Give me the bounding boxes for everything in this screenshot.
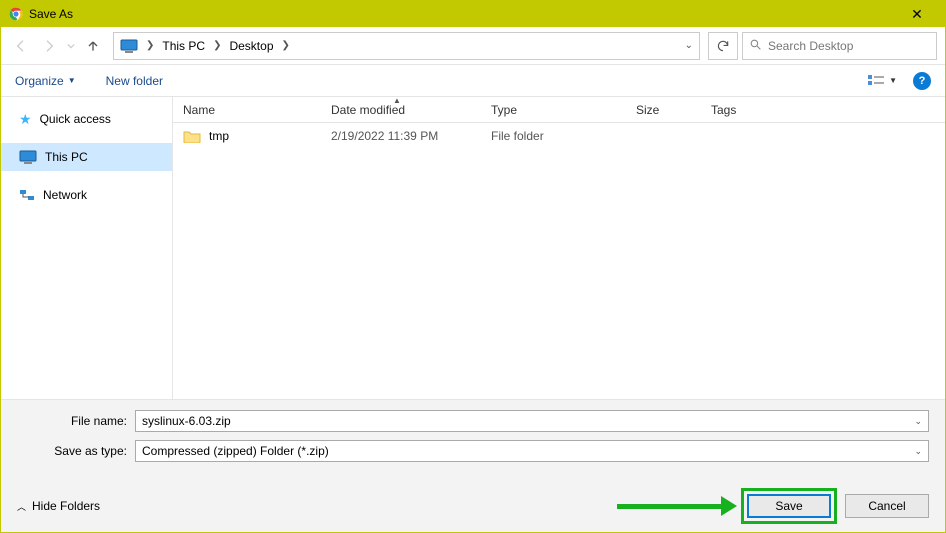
view-options-button[interactable]: ▼ [867, 74, 897, 88]
chevron-up-icon: ︿ [17, 500, 26, 513]
recent-dropdown[interactable] [65, 34, 77, 58]
column-header-size[interactable]: Size [626, 103, 701, 117]
save-label: Save [775, 499, 802, 513]
sidebar-item-network[interactable]: Network [1, 181, 172, 209]
forward-button[interactable] [37, 34, 61, 58]
file-name-label: File name: [17, 414, 127, 428]
up-button[interactable] [81, 34, 105, 58]
chevron-right-icon: ❯ [213, 40, 221, 51]
chevron-down-icon: ⌄ [914, 446, 922, 457]
this-pc-icon [120, 39, 138, 53]
hide-folders-label: Hide Folders [32, 499, 100, 513]
file-type: File folder [481, 129, 626, 143]
address-dropdown-icon[interactable]: ⌄ [685, 40, 693, 51]
chevron-down-icon[interactable]: ⌄ [914, 416, 922, 427]
window-title: Save As [29, 7, 73, 21]
file-name-value: syslinux-6.03.zip [142, 414, 231, 428]
new-folder-label: New folder [106, 74, 163, 88]
action-row: ︿ Hide Folders Save Cancel [17, 488, 929, 524]
column-header-date[interactable]: Date modified [321, 103, 481, 117]
cancel-label: Cancel [868, 499, 905, 513]
breadcrumb-root[interactable]: This PC [162, 39, 205, 53]
annotation-arrow [617, 501, 737, 511]
navigation-sidebar: ★ Quick access This PC Network [1, 97, 173, 399]
save-type-value: Compressed (zipped) Folder (*.zip) [142, 444, 329, 458]
dialog-body: ★ Quick access This PC Network ▲ Na [1, 97, 945, 399]
refresh-button[interactable] [708, 32, 738, 60]
back-button[interactable] [9, 34, 33, 58]
star-icon: ★ [19, 111, 32, 128]
new-folder-button[interactable]: New folder [106, 74, 163, 88]
search-input[interactable]: Search Desktop [742, 32, 937, 60]
column-headers: ▲ Name Date modified Type Size Tags [173, 97, 945, 123]
chrome-icon [9, 7, 23, 21]
cancel-button[interactable]: Cancel [845, 494, 929, 518]
file-row[interactable]: tmp 2/19/2022 11:39 PM File folder [173, 123, 945, 149]
file-date: 2/19/2022 11:39 PM [321, 129, 481, 143]
sidebar-item-label: Network [43, 188, 87, 202]
sort-indicator-icon: ▲ [393, 97, 401, 105]
nav-row: ❯ This PC ❯ Desktop ❯ ⌄ Search Desktop [1, 27, 945, 65]
titlebar: Save As ✕ [1, 1, 945, 27]
chevron-right-icon: ❯ [282, 40, 290, 51]
breadcrumb-location[interactable]: Desktop [229, 39, 273, 53]
help-button[interactable]: ? [913, 72, 931, 90]
organize-menu[interactable]: Organize ▼ [15, 74, 76, 88]
chevron-right-icon: ❯ [146, 40, 154, 51]
save-as-dialog: Save As ✕ ❯ This PC ❯ Desktop ❯ ⌄ [0, 0, 946, 533]
file-rows: tmp 2/19/2022 11:39 PM File folder [173, 123, 945, 399]
bottom-pane: File name: syslinux-6.03.zip ⌄ Save as t… [1, 399, 945, 532]
file-name: tmp [209, 129, 229, 143]
chevron-down-icon: ▼ [68, 76, 76, 85]
column-header-tags[interactable]: Tags [701, 103, 801, 117]
save-button[interactable]: Save [747, 494, 831, 518]
sidebar-item-label: This PC [45, 150, 88, 164]
sidebar-item-this-pc[interactable]: This PC [1, 143, 172, 171]
toolbar: Organize ▼ New folder ▼ ? [1, 65, 945, 97]
view-icon [867, 74, 885, 88]
network-icon [19, 189, 35, 201]
chevron-down-icon: ▼ [889, 76, 897, 85]
file-name-input[interactable]: syslinux-6.03.zip ⌄ [135, 410, 929, 432]
this-pc-icon [19, 150, 37, 164]
save-type-combo[interactable]: Compressed (zipped) Folder (*.zip) ⌄ [135, 440, 929, 462]
file-list-area: ▲ Name Date modified Type Size Tags tmp … [173, 97, 945, 399]
search-placeholder: Search Desktop [768, 39, 853, 53]
column-header-type[interactable]: Type [481, 103, 626, 117]
search-icon [749, 38, 762, 54]
save-type-label: Save as type: [17, 444, 127, 458]
hide-folders-button[interactable]: ︿ Hide Folders [17, 499, 100, 513]
address-bar[interactable]: ❯ This PC ❯ Desktop ❯ ⌄ [113, 32, 700, 60]
sidebar-item-quick-access[interactable]: ★ Quick access [1, 105, 172, 133]
close-button[interactable]: ✕ [897, 6, 937, 23]
column-header-name[interactable]: Name [173, 103, 321, 117]
sidebar-item-label: Quick access [40, 112, 111, 126]
annotation-highlight: Save [741, 488, 837, 524]
organize-label: Organize [15, 74, 64, 88]
folder-icon [183, 129, 201, 143]
